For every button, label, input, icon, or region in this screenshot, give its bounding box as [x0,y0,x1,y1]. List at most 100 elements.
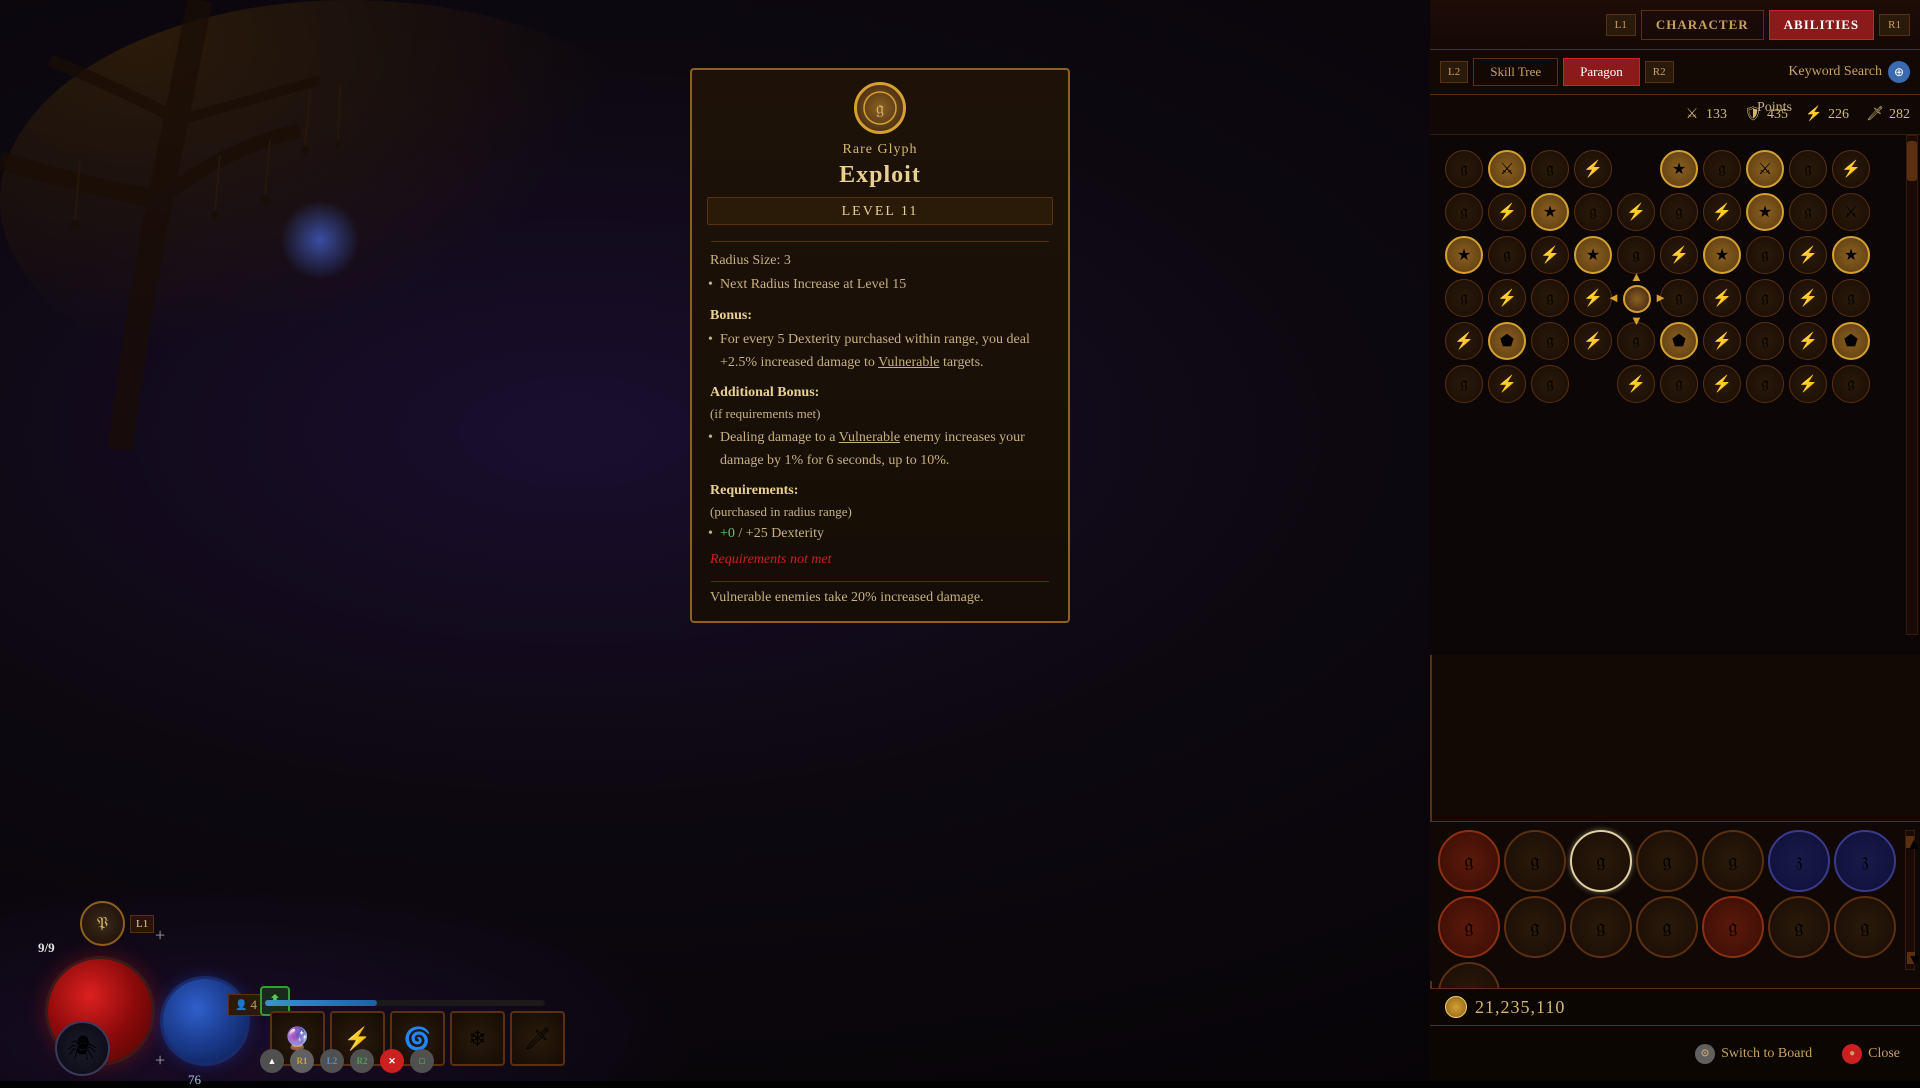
glyph-slot-10[interactable]: 𝔤 [1570,896,1632,958]
diamond-center[interactable]: ▲ ▼ ◄ ► [1623,285,1651,313]
node-5-8[interactable]: 𝔤 [1746,322,1784,360]
glyph-slot-1[interactable]: 𝔤 [1438,830,1500,892]
node-3-1[interactable]: ★ [1445,236,1483,274]
abilities-btn[interactable]: ABILITIES [1769,10,1874,40]
req-value: +0 / +25 Dexterity [720,523,1050,545]
node-2-5[interactable]: ⚡ [1617,193,1655,231]
node-2-7[interactable]: ⚡ [1703,193,1741,231]
node-5-6[interactable]: ⬟ [1660,322,1698,360]
node-2-2[interactable]: ⚡ [1488,193,1526,231]
node-1-4[interactable]: ⚡ [1574,150,1612,188]
add-familiar-btn[interactable]: + [155,1050,165,1071]
right-arrow[interactable]: ► [1654,290,1667,306]
node-5-1[interactable]: ⚡ [1445,322,1483,360]
paragon-board[interactable]: 𝔤 ⚔ 𝔤 ⚡ ★ 𝔤 ⚔ 𝔤 ⚡ 𝔤 ⚡ ★ 𝔤 ⚡ 𝔤 ⚡ ★ 𝔤 ⚔ ★ … [1430,135,1920,655]
node-1-1[interactable]: 𝔤 [1445,150,1483,188]
node-5-7[interactable]: ⚡ [1703,322,1741,360]
glyph-slot-7[interactable]: 𝔷 [1834,830,1896,892]
node-4-1[interactable]: 𝔤 [1445,279,1483,317]
node-6-8[interactable]: 𝔤 [1746,365,1784,403]
node-6-10[interactable]: 𝔤 [1832,365,1870,403]
up-arrow[interactable]: ▲ [1630,269,1643,285]
node-6-5[interactable]: ⚡ [1617,365,1655,403]
glyph-slot-8[interactable]: 𝔤 [1438,896,1500,958]
node-6-3[interactable]: 𝔤 [1531,365,1569,403]
node-4-10[interactable]: 𝔤 [1832,279,1870,317]
node-3-7[interactable]: ★ [1703,236,1741,274]
glyph-scroll-bottom[interactable]: ▼ [1907,952,1915,964]
node-6-9[interactable]: ⚡ [1789,365,1827,403]
node-1-6[interactable]: ★ [1660,150,1698,188]
node-4-9[interactable]: ⚡ [1789,279,1827,317]
glyph-slot-12[interactable]: 𝔤 [1702,896,1764,958]
node-2-8[interactable]: ★ [1746,193,1784,231]
node-3-2[interactable]: 𝔤 [1488,236,1526,274]
node-3-10[interactable]: ★ [1832,236,1870,274]
node-5-10[interactable]: ⬟ [1832,322,1870,360]
character-btn[interactable]: CHARACTER [1641,10,1764,40]
glyph-slot-3-selected[interactable]: 𝔤 [1570,830,1632,892]
close-action[interactable]: ● Close [1842,1044,1900,1064]
node-4-3[interactable]: 𝔤 [1531,279,1569,317]
node-1-7[interactable]: 𝔤 [1703,150,1741,188]
node-3-8[interactable]: 𝔤 [1746,236,1784,274]
node-4-2[interactable]: ⚡ [1488,279,1526,317]
node-5-2[interactable]: ⬟ [1488,322,1526,360]
node-1-9[interactable]: 𝔤 [1789,150,1827,188]
l1-button[interactable]: L1 [1606,14,1636,36]
glyph-slot-14[interactable]: 𝔤 [1834,896,1896,958]
scroll-thumb[interactable] [1907,141,1917,181]
node-3-4[interactable]: ★ [1574,236,1612,274]
node-5-3[interactable]: 𝔤 [1531,322,1569,360]
scroll-bar[interactable] [1906,135,1918,635]
node-1-5[interactable] [1617,150,1655,188]
node-6-2[interactable]: ⚡ [1488,365,1526,403]
keyword-search[interactable]: Keyword Search ⊕ [1788,61,1910,83]
node-3-9[interactable]: ⚡ [1789,236,1827,274]
node-3-6[interactable]: ⚡ [1660,236,1698,274]
node-6-1[interactable]: 𝔤 [1445,365,1483,403]
glyph-slot-2[interactable]: 𝔤 [1504,830,1566,892]
skill-tree-btn[interactable]: Skill Tree [1473,58,1558,86]
node-5-4[interactable]: ⚡ [1574,322,1612,360]
node-2-1[interactable]: 𝔤 [1445,193,1483,231]
node-4-7[interactable]: ⚡ [1703,279,1741,317]
node-4-8[interactable]: 𝔤 [1746,279,1784,317]
node-2-10[interactable]: ⚔ [1832,193,1870,231]
add-skill-btn[interactable]: + [155,925,165,946]
r1-button[interactable]: R1 [1879,14,1910,36]
skill-4[interactable]: ❄ [450,1011,505,1066]
node-6-4[interactable] [1574,365,1612,403]
node-5-9[interactable]: ⚡ [1789,322,1827,360]
glyph-scroll-top[interactable]: ▲ [1906,836,1914,848]
node-1-10[interactable]: ⚡ [1832,150,1870,188]
skill-5[interactable]: 🗡 [510,1011,565,1066]
glyph-slot-4[interactable]: 𝔤 [1636,830,1698,892]
glyph-scroll[interactable]: ▲ ▼ [1905,830,1915,970]
node-1-8[interactable]: ⚔ [1746,150,1784,188]
r2-button[interactable]: R2 [1645,61,1674,83]
glyph-slot-11[interactable]: 𝔤 [1636,896,1698,958]
node-2-3[interactable]: ★ [1531,193,1569,231]
glyph-slot-9[interactable]: 𝔤 [1504,896,1566,958]
glyph-slot-13[interactable]: 𝔤 [1768,896,1830,958]
node-1-3[interactable]: 𝔤 [1531,150,1569,188]
glyph-slot-6[interactable]: 𝔷 [1768,830,1830,892]
node-2-6[interactable]: 𝔤 [1660,193,1698,231]
paragon-btn[interactable]: Paragon [1563,58,1640,86]
l2-button[interactable]: L2 [1440,61,1468,83]
switch-to-board[interactable]: ⊙ Switch to Board [1695,1044,1812,1064]
glyph-slot-5[interactable]: 𝔤 [1702,830,1764,892]
left-arrow[interactable]: ◄ [1607,290,1620,306]
tooltip-body: Radius Size: 3 Next Radius Increase at L… [692,250,1068,571]
bonus-keyword: Vulnerable [878,355,939,370]
node-1-2[interactable]: ⚔ [1488,150,1526,188]
node-3-3[interactable]: ⚡ [1531,236,1569,274]
node-2-9[interactable]: 𝔤 [1789,193,1827,231]
down-arrow[interactable]: ▼ [1630,313,1643,329]
node-6-6[interactable]: 𝔤 [1660,365,1698,403]
node-6-7[interactable]: ⚡ [1703,365,1741,403]
nav-diamond[interactable]: ▲ ▼ ◄ ► [1617,279,1657,319]
bonus-text: For every 5 Dexterity purchased within r… [720,329,1050,374]
node-2-4[interactable]: 𝔤 [1574,193,1612,231]
